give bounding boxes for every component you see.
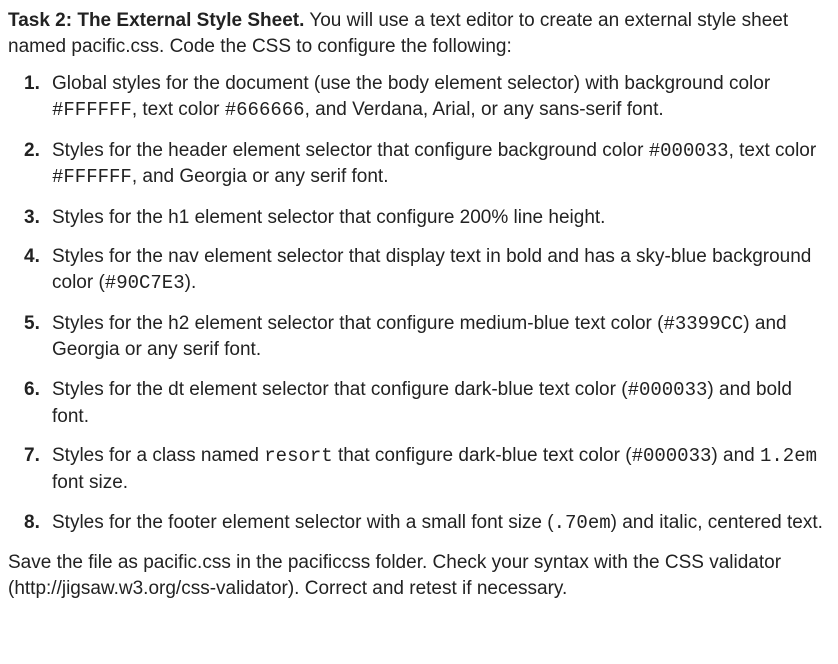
task-list: Global styles for the document (use the … xyxy=(8,71,830,536)
text: Styles for the header element selector t… xyxy=(52,140,649,161)
task-outro: Save the file as pacific.css in the paci… xyxy=(8,550,830,601)
task-title: Task 2: The External Style Sheet. xyxy=(8,10,304,31)
list-item: Styles for the h2 element selector that … xyxy=(52,311,830,363)
text: Save the file as pacific.css in the paci… xyxy=(8,552,781,599)
text: , and Verdana, Arial, or any sans-serif … xyxy=(305,99,664,120)
list-item: Styles for the dt element selector that … xyxy=(52,377,830,429)
code-literal: #FFFFFF xyxy=(52,166,132,188)
list-item: Styles for the nav element selector that… xyxy=(52,244,830,296)
text: Styles for the h1 element selector that … xyxy=(52,207,605,228)
code-literal: #3399CC xyxy=(663,313,743,335)
code-literal: #000033 xyxy=(628,379,708,401)
text: , and Georgia or any serif font. xyxy=(132,166,389,187)
text: ) and xyxy=(711,445,760,466)
task-intro: Task 2: The External Style Sheet. You wi… xyxy=(8,8,830,59)
code-literal: #90C7E3 xyxy=(105,272,185,294)
list-item: Styles for the footer element selector w… xyxy=(52,510,830,537)
code-literal: 1.2em xyxy=(760,445,817,467)
list-item: Styles for the header element selector t… xyxy=(52,138,830,191)
text: ). xyxy=(185,272,197,293)
text: Styles for the footer element selector w… xyxy=(52,512,554,533)
code-literal: #666666 xyxy=(225,99,305,121)
code-literal: resort xyxy=(264,445,332,467)
text: that configure dark-blue text color ( xyxy=(333,445,632,466)
text: font size. xyxy=(52,472,128,493)
text: Styles for the dt element selector that … xyxy=(52,379,628,400)
code-literal: #FFFFFF xyxy=(52,99,132,121)
list-item: Global styles for the document (use the … xyxy=(52,71,830,123)
text: , text color xyxy=(132,99,225,120)
text: ) and italic, centered text. xyxy=(611,512,823,533)
text: , text color xyxy=(729,140,817,161)
code-literal: #000033 xyxy=(649,140,729,162)
text: Global styles for the document (use the … xyxy=(52,73,770,94)
code-literal: #000033 xyxy=(632,445,712,467)
text: Styles for a class named xyxy=(52,445,264,466)
list-item: Styles for a class named resort that con… xyxy=(52,443,830,495)
text: Styles for the h2 element selector that … xyxy=(52,313,663,334)
list-item: Styles for the h1 element selector that … xyxy=(52,205,830,231)
code-literal: .70em xyxy=(554,512,611,534)
